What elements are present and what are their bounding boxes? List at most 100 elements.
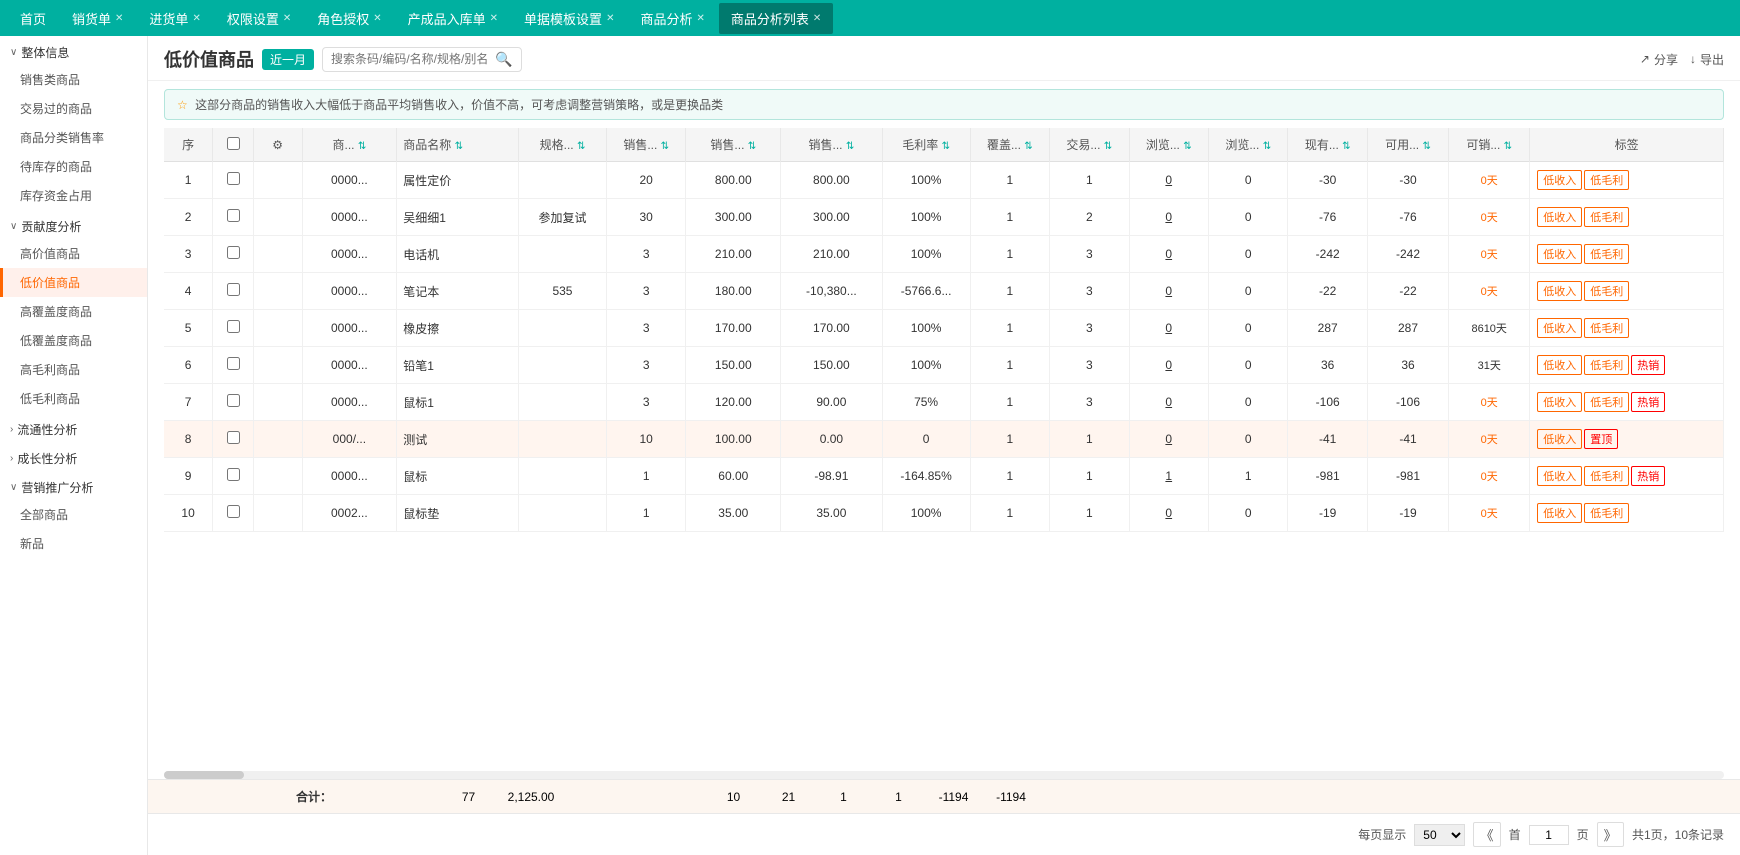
nav-template[interactable]: 单据模板设置 ✕ bbox=[512, 3, 626, 34]
scrollbar-track[interactable] bbox=[164, 771, 1724, 779]
nav-roles[interactable]: 角色授权 ✕ bbox=[305, 3, 393, 34]
th-margin[interactable]: 毛利率 ⇅ bbox=[882, 128, 970, 162]
nav-close-purchase[interactable]: ✕ bbox=[192, 13, 200, 24]
sidebar-item-all-goods[interactable]: 全部商品 bbox=[0, 500, 147, 529]
export-button[interactable]: ↓ 导出 bbox=[1690, 51, 1724, 68]
tag-badge: 低毛利 bbox=[1584, 318, 1629, 338]
search-icon[interactable]: 🔍 bbox=[495, 51, 512, 68]
cell-view1[interactable]: 0 bbox=[1129, 495, 1208, 532]
view1-link[interactable]: 0 bbox=[1165, 321, 1172, 335]
view1-link[interactable]: 0 bbox=[1165, 210, 1172, 224]
row-checkbox[interactable] bbox=[227, 283, 240, 296]
sidebar-item-low-profit[interactable]: 低毛利商品 bbox=[0, 384, 147, 413]
th-cover[interactable]: 覆盖... ⇅ bbox=[970, 128, 1049, 162]
prev-page-button[interactable]: 《 bbox=[1473, 822, 1500, 847]
view1-link[interactable]: 0 bbox=[1165, 506, 1172, 520]
sidebar-item-high-value[interactable]: 高价值商品 bbox=[0, 239, 147, 268]
view1-link[interactable]: 0 bbox=[1165, 358, 1172, 372]
sidebar-item-low-coverage[interactable]: 低覆盖度商品 bbox=[0, 326, 147, 355]
sidebar-item-pending-stock[interactable]: 待库存的商品 bbox=[0, 152, 147, 181]
next-page-button[interactable]: 》 bbox=[1597, 822, 1624, 847]
sidebar-item-category-sales-rate[interactable]: 商品分类销售率 bbox=[0, 123, 147, 152]
table-container[interactable]: 序 ⚙ 商... ⇅ 商品名称 ⇅ 规格... ⇅ 销售... ⇅ 销售... … bbox=[148, 128, 1740, 771]
row-checkbox[interactable] bbox=[227, 320, 240, 333]
cell-sale-amt: 300.00 bbox=[686, 199, 781, 236]
sidebar-item-sales-goods[interactable]: 销售类商品 bbox=[0, 65, 147, 94]
row-checkbox[interactable] bbox=[227, 505, 240, 518]
th-spec[interactable]: 规格... ⇅ bbox=[519, 128, 607, 162]
th-sale-amt[interactable]: 销售... ⇅ bbox=[686, 128, 781, 162]
page-number-input[interactable] bbox=[1529, 825, 1569, 845]
cell-sellable: 31天 bbox=[1449, 347, 1530, 384]
cell-num: 4 bbox=[164, 273, 213, 310]
cell-view1[interactable]: 0 bbox=[1129, 236, 1208, 273]
scrollbar-thumb[interactable] bbox=[164, 771, 244, 779]
view1-link[interactable]: 0 bbox=[1165, 247, 1172, 261]
cell-avail: -41 bbox=[1367, 421, 1448, 458]
sidebar-group-circulation[interactable]: › 流通性分析 bbox=[0, 413, 147, 442]
sidebar-item-stock-capital[interactable]: 库存资金占用 bbox=[0, 181, 147, 210]
th-sale-qty[interactable]: 销售... ⇅ bbox=[606, 128, 685, 162]
select-all-checkbox[interactable] bbox=[227, 137, 240, 150]
view1-link[interactable]: 0 bbox=[1165, 173, 1172, 187]
row-checkbox[interactable] bbox=[227, 209, 240, 222]
nav-close-template[interactable]: ✕ bbox=[606, 13, 614, 24]
cell-view1[interactable]: 0 bbox=[1129, 273, 1208, 310]
nav-home[interactable]: 首页 bbox=[8, 3, 58, 34]
nav-permissions[interactable]: 权限设置 ✕ bbox=[215, 3, 303, 34]
view1-link[interactable]: 0 bbox=[1165, 432, 1172, 446]
nav-close-permissions[interactable]: ✕ bbox=[283, 13, 291, 24]
nav-close-roles[interactable]: ✕ bbox=[373, 13, 381, 24]
date-badge[interactable]: 近一月 bbox=[262, 49, 314, 70]
sidebar-group-overview[interactable]: ∨ 整体信息 bbox=[0, 36, 147, 65]
table-row: 10 0002... 鼠标垫 1 35.00 35.00 100% 1 1 0 … bbox=[164, 495, 1724, 532]
th-code[interactable]: 商... ⇅ bbox=[302, 128, 397, 162]
nav-close-production[interactable]: ✕ bbox=[490, 13, 498, 24]
nav-analysis[interactable]: 商品分析 ✕ bbox=[628, 3, 716, 34]
page-size-select[interactable]: 50 100 200 bbox=[1414, 824, 1465, 846]
share-button[interactable]: ↗ 分享 bbox=[1640, 51, 1678, 68]
sidebar-group-contribution[interactable]: ∨ 贡献度分析 bbox=[0, 210, 147, 239]
sidebar-group-growth[interactable]: › 成长性分析 bbox=[0, 442, 147, 471]
cell-view1[interactable]: 1 bbox=[1129, 458, 1208, 495]
nav-close-analysis[interactable]: ✕ bbox=[696, 13, 704, 24]
row-checkbox[interactable] bbox=[227, 431, 240, 444]
th-view1[interactable]: 浏览... ⇅ bbox=[1129, 128, 1208, 162]
cell-view1[interactable]: 0 bbox=[1129, 310, 1208, 347]
nav-purchase[interactable]: 进货单 ✕ bbox=[137, 3, 212, 34]
settings-icon[interactable]: ⚙ bbox=[272, 138, 283, 152]
cell-view1[interactable]: 0 bbox=[1129, 199, 1208, 236]
footer-trade: 21 bbox=[761, 790, 816, 804]
th-sale-cost[interactable]: 销售... ⇅ bbox=[781, 128, 882, 162]
th-trade[interactable]: 交易... ⇅ bbox=[1050, 128, 1129, 162]
th-sellable[interactable]: 可销... ⇅ bbox=[1449, 128, 1530, 162]
sidebar-item-new-goods[interactable]: 新品 bbox=[0, 529, 147, 558]
nav-production[interactable]: 产成品入库单 ✕ bbox=[396, 3, 510, 34]
nav-sales[interactable]: 销货单 ✕ bbox=[60, 3, 135, 34]
sidebar-item-low-value[interactable]: 低价值商品 bbox=[0, 268, 147, 297]
nav-close-sales[interactable]: ✕ bbox=[115, 13, 123, 24]
view1-link[interactable]: 0 bbox=[1165, 395, 1172, 409]
view1-link[interactable]: 0 bbox=[1165, 284, 1172, 298]
sidebar-group-marketing[interactable]: ∨ 营销推广分析 bbox=[0, 471, 147, 500]
th-name[interactable]: 商品名称 ⇅ bbox=[397, 128, 519, 162]
th-avail[interactable]: 可用... ⇅ bbox=[1367, 128, 1448, 162]
row-checkbox[interactable] bbox=[227, 357, 240, 370]
row-checkbox[interactable] bbox=[227, 468, 240, 481]
nav-close-analysis-list[interactable]: ✕ bbox=[813, 13, 821, 24]
cell-view1[interactable]: 0 bbox=[1129, 421, 1208, 458]
sidebar-item-traded-goods[interactable]: 交易过的商品 bbox=[0, 94, 147, 123]
nav-analysis-list[interactable]: 商品分析列表 ✕ bbox=[719, 3, 833, 34]
sidebar-item-high-profit[interactable]: 高毛利商品 bbox=[0, 355, 147, 384]
sidebar-item-high-coverage[interactable]: 高覆盖度商品 bbox=[0, 297, 147, 326]
th-view2[interactable]: 浏览... ⇅ bbox=[1208, 128, 1287, 162]
row-checkbox[interactable] bbox=[227, 394, 240, 407]
th-stock[interactable]: 现有... ⇅ bbox=[1288, 128, 1367, 162]
view1-link[interactable]: 1 bbox=[1165, 469, 1172, 483]
cell-view1[interactable]: 0 bbox=[1129, 347, 1208, 384]
cell-view1[interactable]: 0 bbox=[1129, 384, 1208, 421]
search-input[interactable] bbox=[331, 52, 491, 66]
row-checkbox[interactable] bbox=[227, 246, 240, 259]
cell-view1[interactable]: 0 bbox=[1129, 162, 1208, 199]
row-checkbox[interactable] bbox=[227, 172, 240, 185]
